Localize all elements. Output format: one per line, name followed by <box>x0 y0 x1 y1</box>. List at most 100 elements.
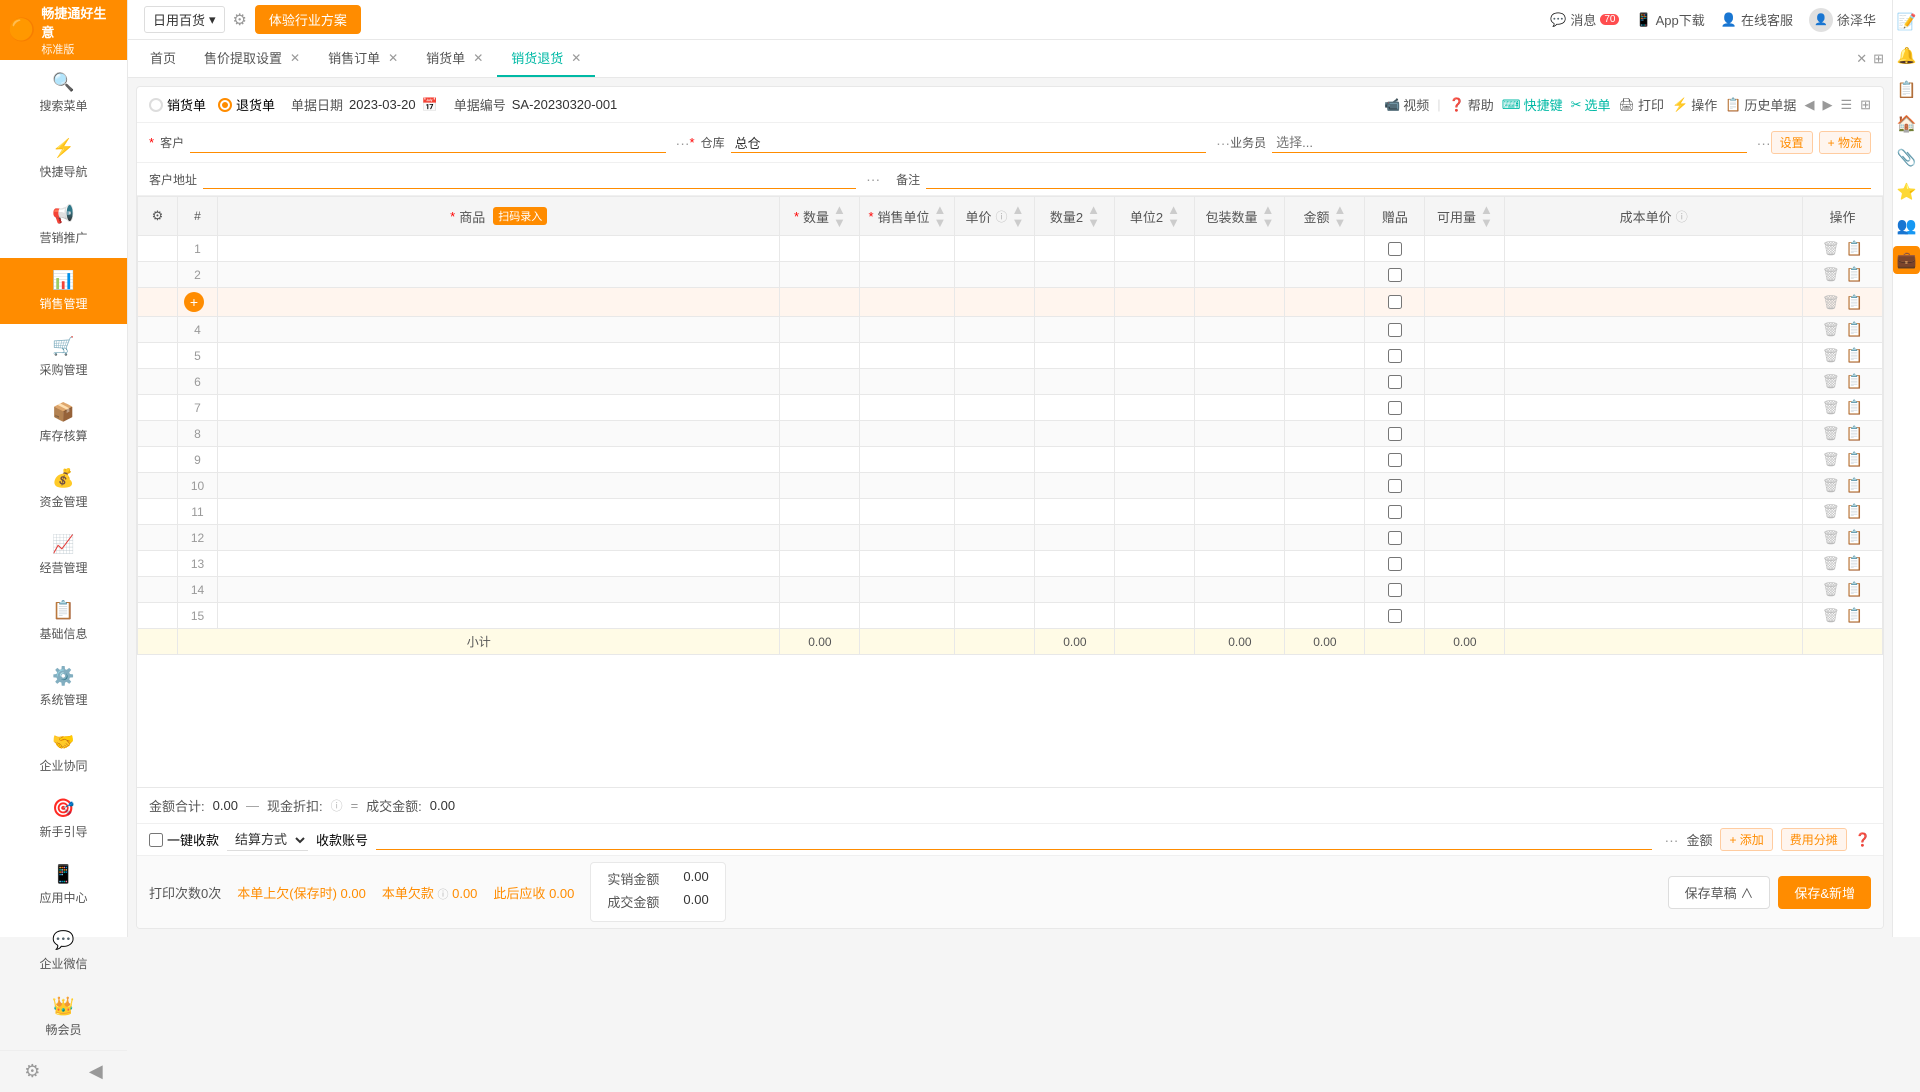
delete-icon-10[interactable]: 🗑 <box>1822 477 1840 494</box>
product-cell-7[interactable] <box>218 395 780 421</box>
unit-price-cell-1[interactable] <box>955 236 1035 262</box>
calc-method-select[interactable]: 结算方式 <box>227 829 308 851</box>
qty-cell-12[interactable] <box>780 525 860 551</box>
copy-icon-7[interactable]: 📋 <box>1846 399 1863 416</box>
help-btn[interactable]: ❓ 帮助 <box>1449 95 1494 114</box>
qty2-cell-8[interactable] <box>1035 421 1115 447</box>
tab-price-settings-close[interactable]: ✕ <box>290 51 300 65</box>
available-cell-9[interactable] <box>1425 447 1505 473</box>
gift-check-10[interactable] <box>1388 479 1402 493</box>
pack-qty-cell-1[interactable] <box>1195 236 1285 262</box>
sales-unit-cell-3[interactable] <box>860 288 955 317</box>
amount-cell-4[interactable] <box>1285 317 1365 343</box>
amount-cell-15[interactable] <box>1285 603 1365 629</box>
sales-unit-cell-9[interactable] <box>860 447 955 473</box>
sales-unit-cell-4[interactable] <box>860 317 955 343</box>
unit2-cell-1[interactable] <box>1115 236 1195 262</box>
gift-check-14[interactable] <box>1388 583 1402 597</box>
unit2-cell-12[interactable] <box>1115 525 1195 551</box>
unit2-cell-10[interactable] <box>1115 473 1195 499</box>
unit-price-cell-6[interactable] <box>955 369 1035 395</box>
discount-info-icon[interactable]: ⓘ <box>331 797 343 814</box>
unit-price-cell-3[interactable] <box>955 288 1035 317</box>
sales-unit-cell-13[interactable] <box>860 551 955 577</box>
copy-icon-15[interactable]: 📋 <box>1846 607 1863 624</box>
sidebar-item-system-mgmt[interactable]: ⚙️ 系统管理 <box>0 654 127 720</box>
tab-sales-order[interactable]: 销售订单 ✕ <box>314 40 412 77</box>
select-btn[interactable]: ✂ 选单 <box>1571 95 1611 114</box>
product-cell-13[interactable] <box>218 551 780 577</box>
qty2-cell-1[interactable] <box>1035 236 1115 262</box>
sidebar-item-sales-mgmt[interactable]: 📊 销售管理 <box>0 258 127 324</box>
radio-delivery[interactable]: 销货单 <box>149 95 206 114</box>
unit-price-cell-7[interactable] <box>955 395 1035 421</box>
pack-qty-cell-5[interactable] <box>1195 343 1285 369</box>
product-cell-14[interactable] <box>218 577 780 603</box>
gift-cell-9[interactable] <box>1365 447 1425 473</box>
cost-price-cell-1[interactable] <box>1505 236 1803 262</box>
gift-check-11[interactable] <box>1388 505 1402 519</box>
one-click-pay-check[interactable] <box>149 833 163 847</box>
view-grid-btn[interactable]: ⊞ <box>1860 97 1871 113</box>
available-cell-12[interactable] <box>1425 525 1505 551</box>
cost-price-cell-13[interactable] <box>1505 551 1803 577</box>
qty-cell-14[interactable] <box>780 577 860 603</box>
amount-cell-12[interactable] <box>1285 525 1365 551</box>
shortcut-btn[interactable]: ⌨ 快捷键 <box>1502 95 1563 114</box>
product-cell-4[interactable] <box>218 317 780 343</box>
sidebar-item-quick-nav[interactable]: ⚡ 快捷导航 <box>0 126 127 192</box>
gift-check-3[interactable] <box>1388 295 1402 309</box>
pack-qty-cell-10[interactable] <box>1195 473 1285 499</box>
address-dots-btn[interactable]: ··· <box>866 171 880 187</box>
sales-unit-cell-7[interactable] <box>860 395 955 421</box>
tab-sales-return-close[interactable]: ✕ <box>571 51 581 65</box>
sidebar-item-enterprise[interactable]: 🤝 企业协同 <box>0 720 127 786</box>
note-input[interactable] <box>926 169 1871 189</box>
sales-unit-cell-12[interactable] <box>860 525 955 551</box>
pack-qty-cell-6[interactable] <box>1195 369 1285 395</box>
amount-cell-1[interactable] <box>1285 236 1365 262</box>
sales-unit-cell-5[interactable] <box>860 343 955 369</box>
unit2-cell-8[interactable] <box>1115 421 1195 447</box>
sales-unit-cell-10[interactable] <box>860 473 955 499</box>
unit-price-cell-8[interactable] <box>955 421 1035 447</box>
tab-sales-order-close[interactable]: ✕ <box>388 51 398 65</box>
gift-cell-3[interactable] <box>1365 288 1425 317</box>
add-payment-btn[interactable]: + 添加 <box>1720 828 1772 851</box>
sidebar-item-operations[interactable]: 📈 经营管理 <box>0 522 127 588</box>
product-input-3[interactable] <box>224 295 773 310</box>
save-draft-btn[interactable]: 保存草稿 ∧ <box>1668 876 1771 909</box>
view-list-btn[interactable]: ☰ <box>1840 97 1852 113</box>
unit2-cell-4[interactable] <box>1115 317 1195 343</box>
unit-price-cell-10[interactable] <box>955 473 1035 499</box>
gift-cell-13[interactable] <box>1365 551 1425 577</box>
gift-check-4[interactable] <box>1388 323 1402 337</box>
rs-btn-2[interactable]: 🔔 <box>1893 42 1920 70</box>
delete-icon-12[interactable]: 🗑 <box>1822 529 1840 546</box>
unit-price-info-icon[interactable]: ⓘ <box>995 208 1007 225</box>
product-cell-15[interactable] <box>218 603 780 629</box>
rs-btn-8[interactable]: 💼 <box>1893 246 1920 274</box>
online-service-btn[interactable]: 👤 在线客服 <box>1721 10 1793 29</box>
rs-btn-1[interactable]: 📝 <box>1893 8 1920 36</box>
copy-icon-9[interactable]: 📋 <box>1846 451 1863 468</box>
available-cell-8[interactable] <box>1425 421 1505 447</box>
qty2-cell-15[interactable] <box>1035 603 1115 629</box>
qty2-cell-12[interactable] <box>1035 525 1115 551</box>
pack-qty-cell-11[interactable] <box>1195 499 1285 525</box>
add-logistics-btn[interactable]: + 物流 <box>1819 131 1871 154</box>
amount-cell-14[interactable] <box>1285 577 1365 603</box>
product-cell-2[interactable] <box>218 262 780 288</box>
settings-btn[interactable]: 设置 <box>1771 131 1813 154</box>
history-btn[interactable]: 📋 历史单据 <box>1725 95 1796 114</box>
rs-btn-6[interactable]: ⭐ <box>1893 178 1920 206</box>
qty-cell-11[interactable] <box>780 499 860 525</box>
customer-input[interactable] <box>190 133 665 153</box>
product-cell-11[interactable] <box>218 499 780 525</box>
delete-icon-2[interactable]: 🗑 <box>1822 266 1840 283</box>
copy-icon-12[interactable]: 📋 <box>1846 529 1863 546</box>
qty2-cell-13[interactable] <box>1035 551 1115 577</box>
print-btn[interactable]: 🖨 打印 <box>1619 95 1665 114</box>
customer-dots-btn[interactable]: ··· <box>676 135 690 151</box>
available-cell-2[interactable] <box>1425 262 1505 288</box>
